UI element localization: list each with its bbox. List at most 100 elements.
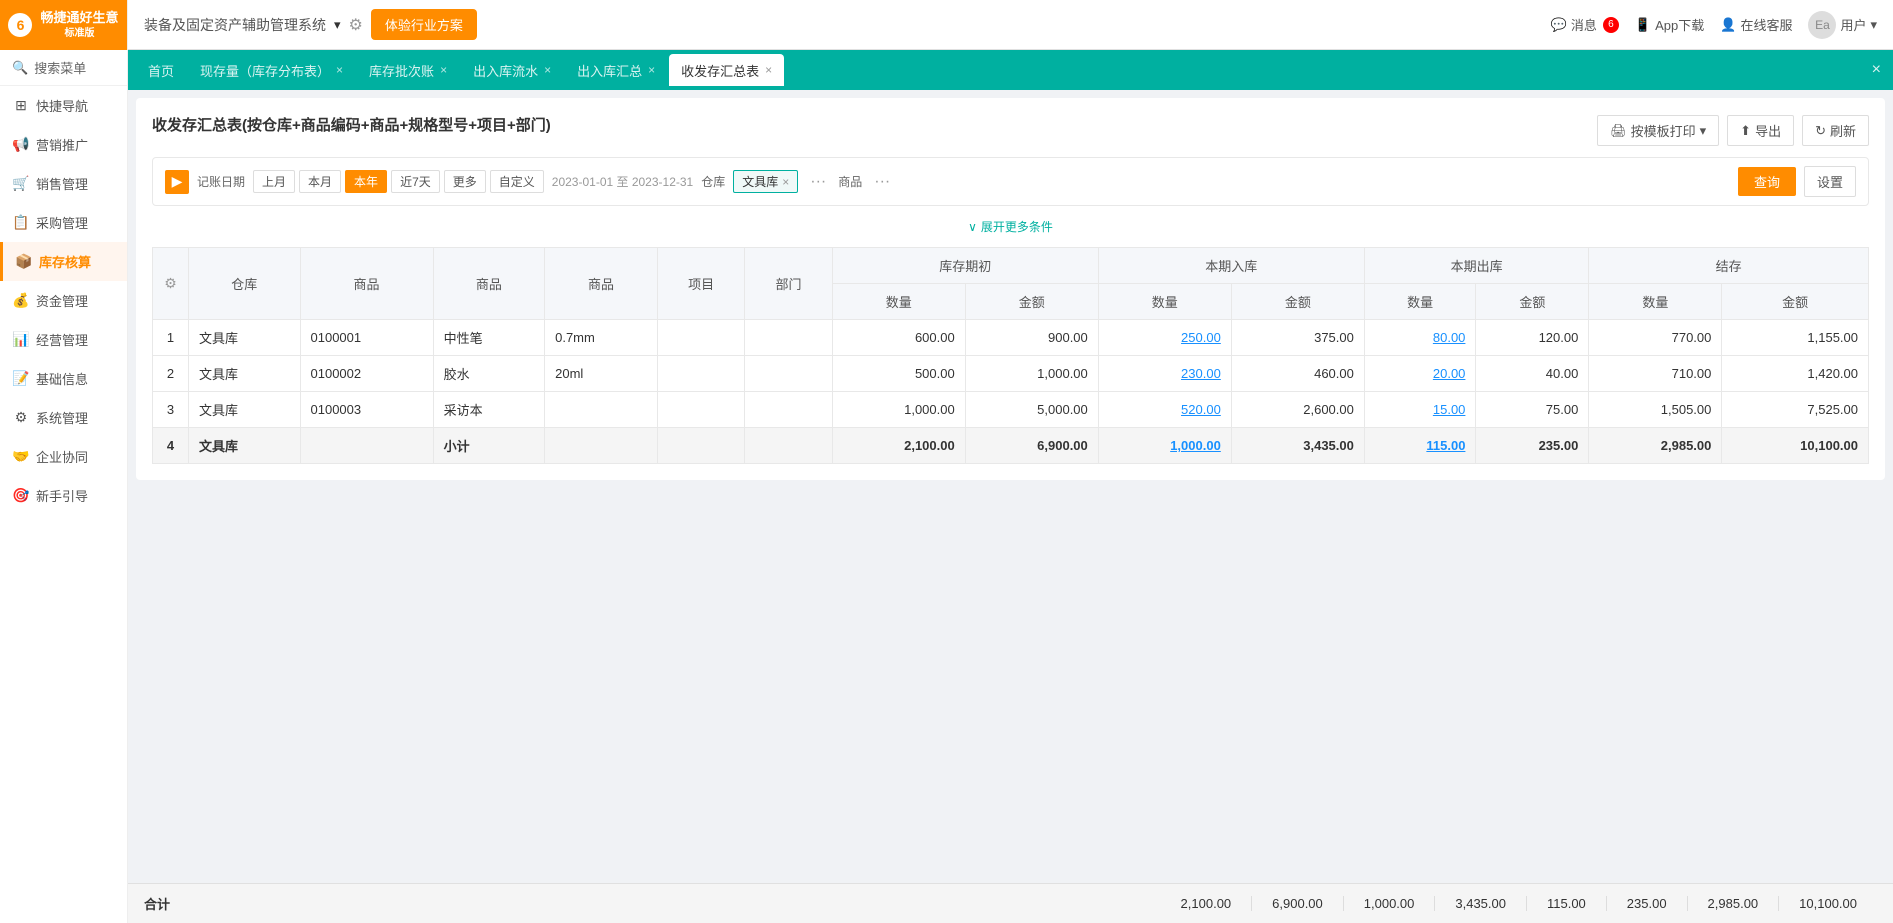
date-btn-more[interactable]: 更多: [444, 170, 486, 193]
row-out-amt: 120.00: [1476, 320, 1589, 356]
settings-gear-icon[interactable]: ⚙: [349, 15, 363, 35]
query-button[interactable]: 查询: [1738, 167, 1796, 196]
th-in-qty: 数量: [1098, 284, 1231, 320]
th-settings: ⚙: [153, 248, 189, 320]
sidebar-item-quick-nav[interactable]: ⊞ 快捷导航: [0, 86, 127, 125]
sidebar-item-basic-info[interactable]: 📝 基础信息: [0, 359, 127, 398]
th-goods-spec: 商品: [545, 248, 658, 320]
row-in-qty-link[interactable]: 230.00: [1181, 366, 1221, 381]
row-in-qty-link[interactable]: 1,000.00: [1170, 438, 1221, 453]
tab-home[interactable]: 首页: [136, 54, 186, 86]
export-icon: ⬆: [1740, 123, 1751, 139]
row-out-qty[interactable]: 20.00: [1364, 356, 1476, 392]
sidebar: 6 畅捷通好生意 标准版 🔍 搜索菜单 ⊞ 快捷导航 📢 营销推广 🛒 销售管理…: [0, 0, 128, 923]
sidebar-item-marketing[interactable]: 📢 营销推广: [0, 125, 127, 164]
avatar: Ea: [1808, 11, 1836, 39]
tab-inout-summary-close[interactable]: ×: [648, 63, 655, 77]
tab-batch-close[interactable]: ×: [440, 63, 447, 77]
sidebar-item-purchase[interactable]: 📋 采购管理: [0, 203, 127, 242]
tab-inout-summary[interactable]: 出入库汇总 ×: [565, 54, 667, 86]
row-in-qty[interactable]: 1,000.00: [1098, 428, 1231, 464]
app-logo: 6 畅捷通好生意 标准版: [0, 0, 127, 50]
footer-cells: 2,100.00 6,900.00 1,000.00 3,435.00 115.…: [210, 896, 1877, 911]
user-menu[interactable]: Ea 用户 ▾: [1808, 11, 1877, 39]
print-button[interactable]: 🖨 按模板打印 ▾: [1597, 115, 1719, 146]
tab-stock-dist-label: 现存量（库存分布表）: [200, 61, 330, 80]
th-in: 本期入库: [1098, 248, 1364, 284]
sidebar-item-system[interactable]: ⚙ 系统管理: [0, 398, 127, 437]
row-in-qty[interactable]: 520.00: [1098, 392, 1231, 428]
date-btn-this-month[interactable]: 本月: [299, 170, 341, 193]
row-in-qty-link[interactable]: 250.00: [1181, 330, 1221, 345]
row-in-qty[interactable]: 250.00: [1098, 320, 1231, 356]
tab-recv-send[interactable]: 收发存汇总表 ×: [669, 54, 784, 86]
expand-more-conditions[interactable]: ∨ 展开更多条件: [152, 214, 1869, 239]
trial-button[interactable]: 体验行业方案: [371, 9, 477, 40]
warehouse-filter-more[interactable]: ···: [806, 173, 830, 191]
date-btn-last-month[interactable]: 上月: [253, 170, 295, 193]
sidebar-item-finance[interactable]: 💰 资金管理: [0, 281, 127, 320]
footer-out-qty: 115.00: [1527, 896, 1607, 911]
tab-inout-flow-close[interactable]: ×: [544, 63, 551, 77]
app-download-button[interactable]: 📱 App下载: [1635, 15, 1704, 34]
row-open-amt: 900.00: [965, 320, 1098, 356]
goods-filter-more[interactable]: ···: [870, 173, 894, 191]
table-row: 4文具库小计2,100.006,900.001,000.003,435.0011…: [153, 428, 1869, 464]
settings-button[interactable]: 设置: [1804, 166, 1856, 197]
date-btn-this-year[interactable]: 本年: [345, 170, 387, 193]
row-name: 采访本: [433, 392, 545, 428]
sidebar-item-guide[interactable]: 🎯 新手引导: [0, 476, 127, 515]
sidebar-item-inventory[interactable]: 📦 库存核算: [0, 242, 127, 281]
sidebar-item-label: 采购管理: [36, 213, 88, 232]
row-code: 0100002: [300, 356, 433, 392]
row-out-qty-link[interactable]: 80.00: [1433, 330, 1466, 345]
row-in-qty-link[interactable]: 520.00: [1181, 402, 1221, 417]
row-dept: [745, 356, 832, 392]
operations-icon: 📊: [12, 331, 30, 348]
row-in-qty[interactable]: 230.00: [1098, 356, 1231, 392]
system-icon: ⚙: [12, 409, 30, 426]
filter-expand-button[interactable]: ▶: [165, 170, 189, 194]
sidebar-item-sales[interactable]: 🛒 销售管理: [0, 164, 127, 203]
tab-stock-dist-close[interactable]: ×: [336, 63, 343, 77]
row-code: 0100001: [300, 320, 433, 356]
header-dropdown[interactable]: ▾: [334, 17, 341, 33]
row-out-amt: 75.00: [1476, 392, 1589, 428]
tab-inout-flow[interactable]: 出入库流水 ×: [461, 54, 563, 86]
date-btn-7days[interactable]: 近7天: [391, 170, 440, 193]
table-row: 2文具库0100002胶水20ml500.001,000.00230.00460…: [153, 356, 1869, 392]
row-in-amt: 375.00: [1231, 320, 1364, 356]
row-dept: [745, 428, 832, 464]
row-out-qty[interactable]: 80.00: [1364, 320, 1476, 356]
tab-batch[interactable]: 库存批次账 ×: [357, 54, 459, 86]
search-menu[interactable]: 🔍 搜索菜单: [0, 50, 127, 86]
tab-stock-dist[interactable]: 现存量（库存分布表） ×: [188, 54, 355, 86]
th-close-qty: 数量: [1589, 284, 1722, 320]
row-out-qty-link[interactable]: 20.00: [1433, 366, 1466, 381]
refresh-button[interactable]: ↻ 刷新: [1802, 115, 1869, 146]
close-all-tabs[interactable]: ×: [1868, 57, 1885, 83]
row-out-qty-link[interactable]: 15.00: [1433, 402, 1466, 417]
dropdown-arrow: ▾: [334, 17, 341, 33]
app-name: 畅捷通好生意: [40, 10, 118, 27]
sidebar-item-label: 经营管理: [36, 330, 88, 349]
sidebar-item-enterprise[interactable]: 🤝 企业协同: [0, 437, 127, 476]
row-out-qty[interactable]: 115.00: [1364, 428, 1476, 464]
row-num: 4: [153, 428, 189, 464]
row-out-qty[interactable]: 15.00: [1364, 392, 1476, 428]
chevron-down-icon: ∨: [968, 220, 977, 234]
row-out-qty-link[interactable]: 115.00: [1426, 438, 1465, 453]
tab-recv-send-close[interactable]: ×: [765, 63, 772, 77]
online-service-button[interactable]: 👤 在线客服: [1720, 15, 1792, 34]
table-settings-icon[interactable]: ⚙: [164, 275, 177, 291]
export-button[interactable]: ⬆ 导出: [1727, 115, 1794, 146]
message-button[interactable]: 💬 消息 6: [1551, 15, 1619, 34]
date-btn-custom[interactable]: 自定义: [490, 170, 544, 193]
row-open-qty: 1,000.00: [832, 392, 965, 428]
sidebar-item-label: 销售管理: [36, 174, 88, 193]
warehouse-tag[interactable]: 文具库 ×: [733, 170, 798, 193]
th-warehouse: 仓库: [189, 248, 301, 320]
sidebar-item-operations[interactable]: 📊 经营管理: [0, 320, 127, 359]
row-project: [657, 428, 744, 464]
warehouse-tag-remove[interactable]: ×: [782, 175, 789, 189]
